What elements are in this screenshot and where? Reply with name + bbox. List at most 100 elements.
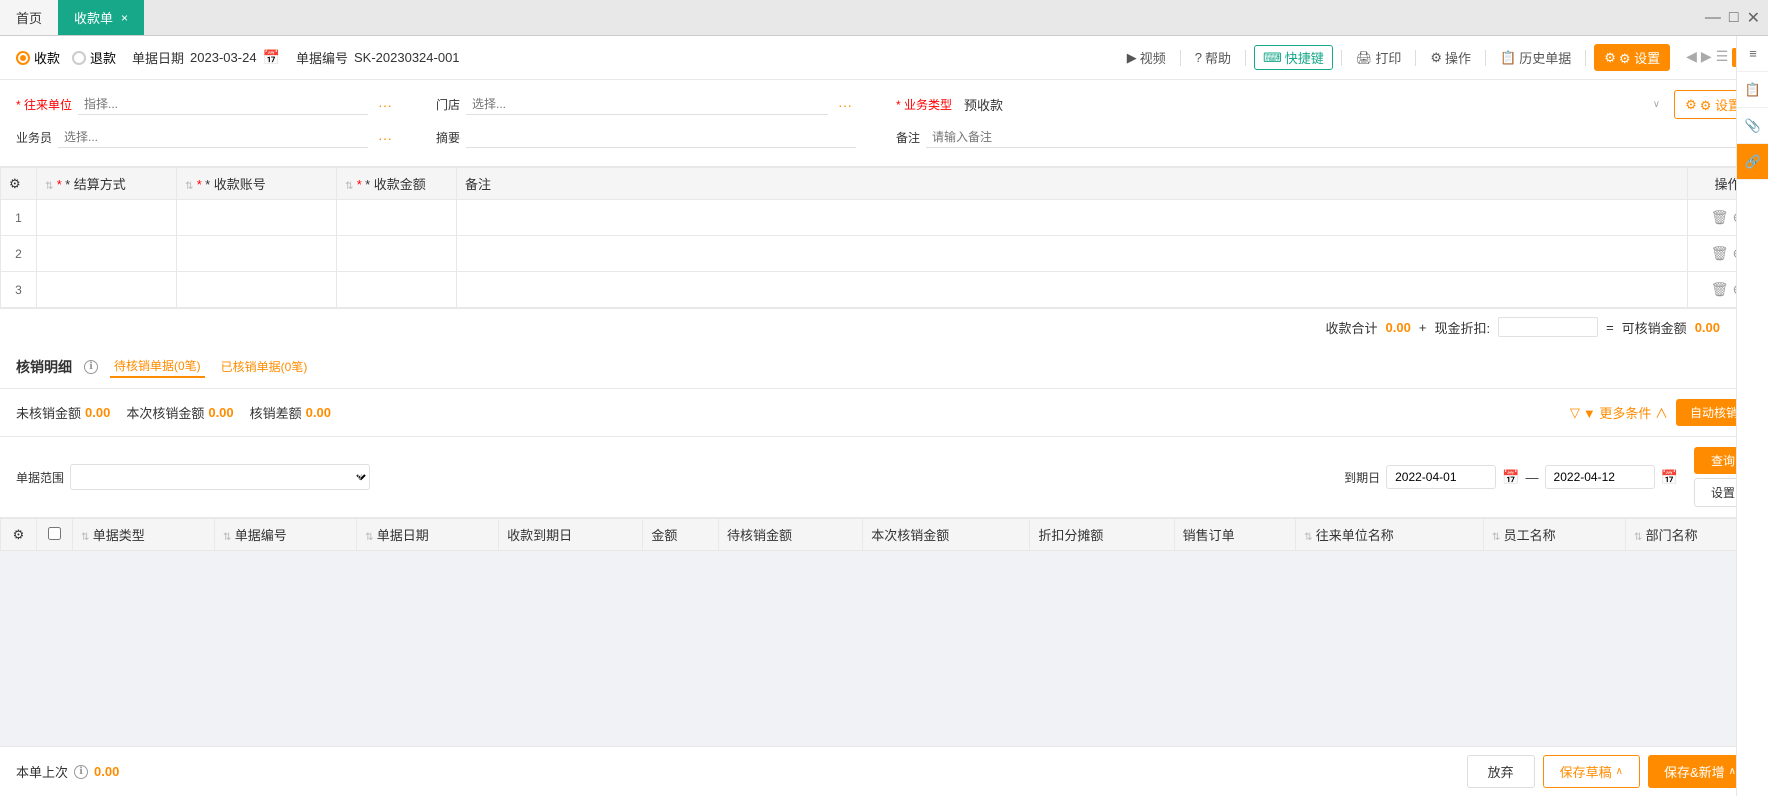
divider-1: [1180, 50, 1181, 66]
divider-4: [1415, 50, 1416, 66]
unchecked-label: 未核销金额: [16, 403, 81, 422]
shop-more-btn[interactable]: ···: [834, 97, 856, 113]
help-btn[interactable]: ? 帮助: [1189, 46, 1237, 69]
toolbar-right-actions: ▶ 视频 ? 帮助 ⌨ 快捷键 🖨 打印 ⚙ 操作: [1121, 44, 1752, 71]
close-window-icon[interactable]: ✕: [1747, 8, 1760, 28]
list-view-icon[interactable]: ☰: [1716, 48, 1729, 67]
sidebar-icon-1[interactable]: ≡: [1737, 36, 1768, 72]
sidebar-icon-4[interactable]: 🔗: [1737, 144, 1768, 180]
reconcilable-label: 可核销金额: [1622, 318, 1687, 337]
row-3-remark[interactable]: [457, 272, 1688, 308]
discount-input[interactable]: [1498, 317, 1598, 337]
row-1-delete-icon[interactable]: 🗑: [1711, 209, 1729, 226]
more-conditions-btn[interactable]: ▽ ▼ 更多条件 ∧: [1570, 403, 1668, 422]
rcol-setting[interactable]: ⚙: [1, 519, 37, 551]
rcol-current: 本次核销金额: [863, 519, 1030, 551]
right-sidebar: ≡ 📋 📎 🔗: [1736, 36, 1768, 796]
rcol-check[interactable]: [37, 519, 73, 551]
staff-label: 业务员: [16, 129, 52, 146]
filter-icon: ▽: [1570, 405, 1580, 421]
reconcile-section: 核销明细 ℹ 待核销单据(0笔) 已核销单据(0笔) 未核销金额 0.00 本次…: [0, 345, 1768, 796]
maximize-icon[interactable]: □: [1729, 9, 1739, 27]
rcol-amount: 金额: [643, 519, 719, 551]
cal-from-icon[interactable]: 📅: [1502, 469, 1519, 486]
plus-sign: +: [1419, 320, 1427, 335]
table-area: ⚙ ⇅ * * 结算方式 ⇅ * * 收款账号 ⇅ *: [0, 167, 1768, 308]
help-icon: ?: [1195, 50, 1202, 65]
row-3-amount[interactable]: [337, 272, 457, 308]
col-remark-header: 备注: [457, 168, 1688, 200]
tab-done[interactable]: 已核销单据(0笔): [217, 356, 312, 377]
cal-to-icon[interactable]: 📅: [1661, 469, 1678, 486]
print-btn[interactable]: 🖨 打印: [1350, 46, 1408, 69]
video-btn[interactable]: ▶ 视频: [1121, 46, 1172, 69]
divider-2: [1245, 50, 1246, 66]
bottom-info-icon[interactable]: ℹ: [74, 765, 88, 779]
receipt-radio[interactable]: 收款: [16, 48, 60, 67]
counterpart-more-btn[interactable]: ···: [374, 97, 396, 113]
shop-field: 门店 ···: [436, 94, 856, 115]
biz-type-arrow[interactable]: ∨: [1645, 99, 1668, 110]
row-3-delete-icon[interactable]: 🗑: [1711, 281, 1729, 298]
reconcile-info-icon[interactable]: ℹ: [84, 360, 98, 374]
shortcut-btn[interactable]: ⌨ 快捷键: [1254, 45, 1333, 70]
row-2-remark[interactable]: [457, 236, 1688, 272]
row-2-delete-icon[interactable]: 🗑: [1711, 245, 1729, 262]
settings-toolbar-icon: ⚙: [1604, 50, 1616, 66]
nav-next-icon[interactable]: ▶: [1701, 48, 1712, 67]
tab-home-label: 首页: [16, 8, 42, 27]
nav-prev-icon[interactable]: ◀: [1686, 48, 1697, 67]
counterpart-input[interactable]: [78, 94, 368, 115]
bottom-info: 本单上次 ℹ 0.00: [16, 762, 119, 781]
number-value: SK-20230324-001: [354, 50, 460, 65]
tab-current[interactable]: 收款单 ×: [58, 0, 144, 35]
tab-pending[interactable]: 待核销单据(0笔): [110, 355, 205, 378]
main-content: 收款 退款 单据日期 2023-03-24 📅 单据编号 SK-20230324…: [0, 36, 1768, 796]
reconcile-filter: 未核销金额 0.00 本次核销金额 0.00 核销差额 0.00 ▽ ▼ 更多条…: [0, 389, 1768, 437]
row-1-settlement[interactable]: [37, 200, 177, 236]
select-all-checkbox[interactable]: [48, 527, 61, 540]
remark-input[interactable]: [926, 127, 1752, 148]
tab-home[interactable]: 首页: [0, 0, 58, 35]
table-row: 3 🗑 ⊕: [1, 272, 1768, 308]
operate-btn[interactable]: ⚙ 操作: [1424, 46, 1477, 69]
minimize-icon[interactable]: —: [1705, 9, 1721, 27]
staff-input[interactable]: [58, 127, 368, 148]
operate-icon: ⚙: [1430, 50, 1442, 66]
row-1-account[interactable]: [177, 200, 337, 236]
row-3-account[interactable]: [177, 272, 337, 308]
row-2-account[interactable]: [177, 236, 337, 272]
shortcut-icon: ⌨: [1263, 50, 1282, 66]
bottom-value: 0.00: [94, 764, 119, 779]
row-2-settlement[interactable]: [37, 236, 177, 272]
row-3-settlement[interactable]: [37, 272, 177, 308]
reconcile-search: 单据范围 ∨ 到期日 📅 — 📅 查询 设置: [0, 437, 1768, 518]
row-2-amount[interactable]: [337, 236, 457, 272]
save-new-arrow: ∧: [1729, 766, 1736, 777]
refund-radio[interactable]: 退款: [72, 48, 116, 67]
history-btn[interactable]: 📋 历史单据: [1494, 46, 1577, 69]
sidebar-icon-2[interactable]: 📋: [1737, 72, 1768, 108]
sidebar-icon-3[interactable]: 📎: [1737, 108, 1768, 144]
row-1-amount[interactable]: [337, 200, 457, 236]
discard-btn[interactable]: 放弃: [1467, 755, 1535, 788]
staff-more-btn[interactable]: ···: [374, 130, 396, 146]
calendar-icon[interactable]: 📅: [263, 49, 280, 66]
sidebar-icon-1-glyph: ≡: [1749, 46, 1757, 61]
refund-radio-dot: [72, 51, 86, 65]
save-draft-btn[interactable]: 保存草稿 ∧: [1543, 755, 1640, 788]
rcol-pending: 待核销金额: [719, 519, 863, 551]
shop-input[interactable]: [466, 94, 828, 115]
tab-close-icon[interactable]: ×: [121, 11, 128, 25]
summary-input[interactable]: [466, 127, 856, 148]
receipt-radio-label: 收款: [34, 48, 60, 67]
equals-sign: =: [1606, 320, 1614, 335]
row-1-remark[interactable]: [457, 200, 1688, 236]
unchecked-value: 0.00: [85, 405, 110, 420]
range-select[interactable]: [70, 464, 370, 490]
rcol-counterpart: ⇅ 往来单位名称: [1296, 519, 1484, 551]
date-from-input[interactable]: [1386, 465, 1496, 489]
date-to-input[interactable]: [1545, 465, 1655, 489]
col-setting-header[interactable]: ⚙: [1, 168, 37, 200]
settings-toolbar-btn[interactable]: ⚙ ⚙ 设置: [1594, 44, 1670, 71]
